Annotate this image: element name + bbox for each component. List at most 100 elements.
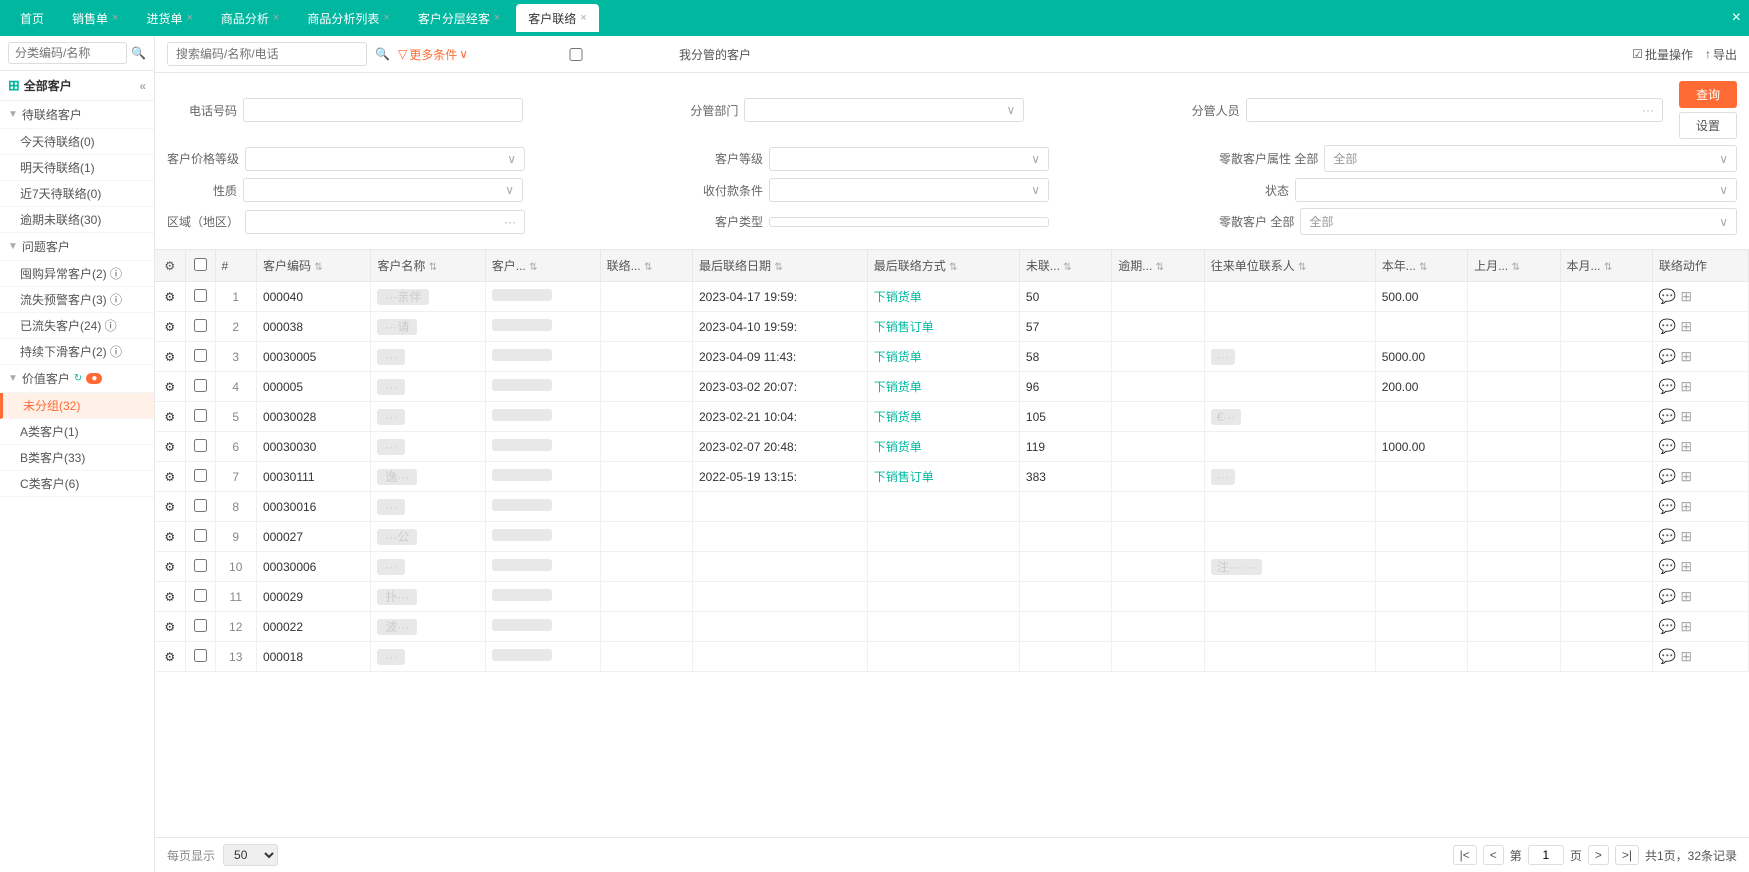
th-last-contact-method[interactable]: 最后联络方式 ⇅ bbox=[867, 250, 1019, 282]
row-gear-2[interactable]: ⚙ bbox=[155, 342, 185, 372]
more-conditions-button[interactable]: ▽ 更多条件 ∨ bbox=[398, 46, 468, 63]
sort-type-icon[interactable]: ⇅ bbox=[529, 262, 537, 273]
sort-nocontact-icon[interactable]: ⇅ bbox=[1063, 262, 1071, 273]
contact-chat-icon[interactable]: 💬 bbox=[1659, 348, 1676, 365]
th-no-contact[interactable]: 未联... ⇅ bbox=[1019, 250, 1111, 282]
next-page-button[interactable]: > bbox=[1588, 845, 1609, 865]
row-gear-12[interactable]: ⚙ bbox=[155, 642, 185, 672]
sidebar-item-declining[interactable]: 持续下滑客户(2) ⓘ bbox=[0, 339, 154, 365]
row-check-10[interactable] bbox=[185, 582, 215, 612]
contact-chat-icon[interactable]: 💬 bbox=[1659, 408, 1676, 425]
contact-chat-icon[interactable]: 💬 bbox=[1659, 498, 1676, 515]
sidebar-item-c-class[interactable]: C类客户(6) bbox=[0, 471, 154, 497]
row-gear-3[interactable]: ⚙ bbox=[155, 372, 185, 402]
contact-chat-icon[interactable]: 💬 bbox=[1659, 558, 1676, 575]
sidebar-group-problem[interactable]: ▼ 问题客户 bbox=[0, 233, 154, 261]
row-check-7[interactable] bbox=[185, 492, 215, 522]
sidebar-item-ungroup[interactable]: 未分组(32) bbox=[0, 393, 154, 419]
customer-type-select[interactable] bbox=[769, 217, 1049, 227]
dept-select[interactable]: ∨ bbox=[744, 98, 1024, 122]
retail-customer-select[interactable]: 全部 ∨ bbox=[1300, 208, 1737, 235]
contact-grid-icon[interactable]: ⊞ bbox=[1680, 528, 1692, 545]
row-check-8[interactable] bbox=[185, 522, 215, 552]
search-button[interactable]: 🔍 bbox=[375, 47, 390, 61]
customer-grade-select[interactable]: ∨ bbox=[769, 147, 1049, 171]
row-check-9[interactable] bbox=[185, 552, 215, 582]
contact-grid-icon[interactable]: ⊞ bbox=[1680, 288, 1692, 305]
contact-grid-icon[interactable]: ⊞ bbox=[1680, 408, 1692, 425]
th-contacts-person[interactable]: 往来单位联系人 ⇅ bbox=[1204, 250, 1375, 282]
refresh-icon[interactable]: ↻ bbox=[74, 373, 82, 384]
row-check-5[interactable] bbox=[185, 432, 215, 462]
last-page-button[interactable]: >| bbox=[1615, 845, 1639, 865]
contact-grid-icon[interactable]: ⊞ bbox=[1680, 348, 1692, 365]
sort-code-icon[interactable]: ⇅ bbox=[314, 262, 322, 273]
th-name[interactable]: 客户名称 ⇅ bbox=[371, 250, 485, 282]
contact-chat-icon[interactable]: 💬 bbox=[1659, 318, 1676, 335]
all-customers-header[interactable]: ⊞ 全部客户 « bbox=[0, 71, 154, 101]
person-select[interactable]: ··· bbox=[1246, 98, 1663, 122]
sidebar-search-input[interactable] bbox=[8, 42, 127, 64]
sort-contact-icon[interactable]: ⇅ bbox=[644, 262, 652, 273]
contact-chat-icon[interactable]: 💬 bbox=[1659, 438, 1676, 455]
row-check-12[interactable] bbox=[185, 642, 215, 672]
tab-purchase[interactable]: 进货单 × bbox=[134, 4, 204, 32]
batch-op-button[interactable]: ☑ 批量操作 bbox=[1632, 46, 1693, 63]
search-input[interactable] bbox=[167, 42, 367, 66]
row-gear-4[interactable]: ⚙ bbox=[155, 402, 185, 432]
contact-chat-icon[interactable]: 💬 bbox=[1659, 288, 1676, 305]
row-gear-6[interactable]: ⚙ bbox=[155, 462, 185, 492]
page-number-input[interactable] bbox=[1528, 845, 1564, 865]
region-dots-icon[interactable]: ··· bbox=[504, 215, 516, 229]
region-select[interactable]: ··· bbox=[245, 210, 525, 234]
sort-overdue-icon[interactable]: ⇅ bbox=[1156, 262, 1164, 273]
sidebar-item-tomorrow[interactable]: 明天待联络(1) bbox=[0, 155, 154, 181]
payment-select[interactable]: ∨ bbox=[769, 178, 1049, 202]
sort-method-icon[interactable]: ⇅ bbox=[949, 262, 957, 273]
sidebar-group-pending[interactable]: ▼ 待联络客户 bbox=[0, 101, 154, 129]
contact-grid-icon[interactable]: ⊞ bbox=[1680, 618, 1692, 635]
tab-analysis[interactable]: 商品分析 × bbox=[209, 4, 291, 32]
contact-chat-icon[interactable]: 💬 bbox=[1659, 648, 1676, 665]
export-button[interactable]: ↑ 导出 bbox=[1705, 46, 1737, 63]
close-purchase-icon[interactable]: × bbox=[186, 12, 192, 24]
contact-grid-icon[interactable]: ⊞ bbox=[1680, 378, 1692, 395]
row-gear-0[interactable]: ⚙ bbox=[155, 282, 185, 312]
contact-grid-icon[interactable]: ⊞ bbox=[1680, 648, 1692, 665]
th-gear[interactable]: ⚙ bbox=[155, 250, 185, 282]
sort-year-icon[interactable]: ⇅ bbox=[1419, 262, 1427, 273]
row-check-11[interactable] bbox=[185, 612, 215, 642]
prev-page-button[interactable]: < bbox=[1483, 845, 1504, 865]
sidebar-group-value[interactable]: ▼ 价值客户 ↻ ● bbox=[0, 365, 154, 393]
sort-contacts-icon[interactable]: ⇅ bbox=[1298, 262, 1306, 273]
sidebar-item-today[interactable]: 今天待联络(0) bbox=[0, 129, 154, 155]
tab-analysis-list[interactable]: 商品分析列表 × bbox=[295, 4, 401, 32]
row-check-6[interactable] bbox=[185, 462, 215, 492]
close-sales-icon[interactable]: × bbox=[112, 12, 118, 24]
close-analysis-icon[interactable]: × bbox=[273, 12, 279, 24]
contact-chat-icon[interactable]: 💬 bbox=[1659, 378, 1676, 395]
contact-chat-icon[interactable]: 💬 bbox=[1659, 528, 1676, 545]
th-this-month[interactable]: 本月... ⇅ bbox=[1560, 250, 1652, 282]
person-dots-icon[interactable]: ··· bbox=[1642, 103, 1654, 117]
th-overdue[interactable]: 逾期... ⇅ bbox=[1112, 250, 1204, 282]
tab-customer-contact[interactable]: 客户联络 × bbox=[516, 4, 598, 32]
sort-month-icon[interactable]: ⇅ bbox=[1604, 262, 1612, 273]
sidebar-search-icon[interactable]: 🔍 bbox=[131, 46, 146, 60]
sidebar-item-b-class[interactable]: B类客户(33) bbox=[0, 445, 154, 471]
row-check-1[interactable] bbox=[185, 312, 215, 342]
close-customer-contact-icon[interactable]: × bbox=[580, 12, 586, 24]
th-this-year[interactable]: 本年... ⇅ bbox=[1375, 250, 1467, 282]
per-page-select[interactable]: 50 100 200 bbox=[223, 844, 278, 866]
contact-grid-icon[interactable]: ⊞ bbox=[1680, 318, 1692, 335]
sort-date-icon[interactable]: ⇅ bbox=[774, 262, 782, 273]
th-code[interactable]: 客户编码 ⇅ bbox=[256, 250, 370, 282]
query-button[interactable]: 查询 bbox=[1679, 81, 1737, 108]
phone-input[interactable] bbox=[243, 98, 523, 122]
row-check-3[interactable] bbox=[185, 372, 215, 402]
contact-grid-icon[interactable]: ⊞ bbox=[1680, 558, 1692, 575]
row-gear-9[interactable]: ⚙ bbox=[155, 552, 185, 582]
contact-chat-icon[interactable]: 💬 bbox=[1659, 588, 1676, 605]
row-gear-8[interactable]: ⚙ bbox=[155, 522, 185, 552]
collapse-icon[interactable]: « bbox=[139, 79, 146, 93]
